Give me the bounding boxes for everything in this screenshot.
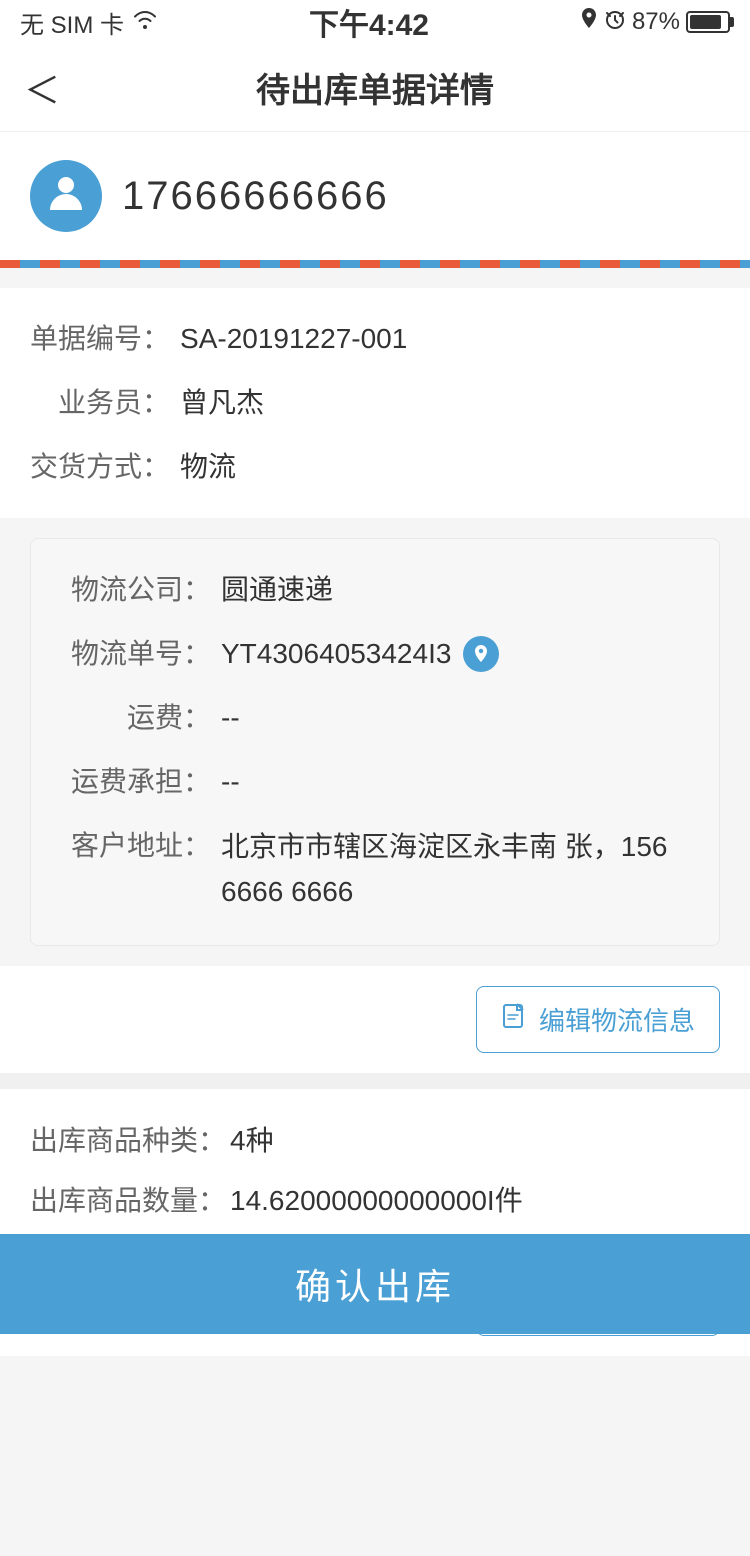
address-value: 北京市市辖区海淀区永丰南 张，156 6666 6666: [221, 825, 689, 915]
summary-section: 出库商品种类： 4种 出库商品数量： 14.62000000000000I件: [0, 1089, 750, 1249]
customer-header: 17666666666: [0, 132, 750, 260]
product-qty-value: 14.62000000000000I件: [230, 1179, 523, 1219]
freight-bearer-value: --: [221, 761, 689, 803]
tracking-no-value: YT43064053424I3: [221, 633, 689, 675]
status-time: 下午4:42: [309, 0, 429, 44]
track-location-icon[interactable]: [463, 636, 499, 672]
logistics-company-row: 物流公司： 圆通速递: [61, 569, 689, 611]
page-content: 17666666666 单据编号： SA-20191227-001 业务员： 曾…: [0, 132, 750, 1556]
logistics-company-value: 圆通速递: [221, 569, 689, 611]
address-label: 客户地址：: [61, 825, 221, 867]
freight-bearer-row: 运费承担： --: [61, 761, 689, 803]
edit-icon: [501, 1002, 529, 1037]
freight-bearer-label: 运费承担：: [61, 761, 221, 803]
edit-logistics-section: 编辑物流信息: [0, 966, 750, 1073]
order-no-value: SA-20191227-001: [180, 318, 720, 360]
status-bar: 无 SIM 卡 下午4:42 87%: [0, 0, 750, 44]
status-left: 无 SIM 卡: [20, 5, 158, 40]
sales-person-value: 曾凡杰: [180, 382, 720, 424]
edit-logistics-button[interactable]: 编辑物流信息: [476, 986, 720, 1053]
dashed-divider: [0, 260, 750, 268]
address-row: 客户地址： 北京市市辖区海淀区永丰南 张，156 6666 6666: [61, 825, 689, 915]
product-qty-row: 出库商品数量： 14.62000000000000I件: [30, 1179, 720, 1219]
sim-label: 无 SIM 卡: [20, 5, 124, 40]
status-right: 87%: [580, 8, 730, 37]
logistics-company-label: 物流公司：: [61, 569, 221, 611]
product-types-label: 出库商品种类：: [30, 1119, 230, 1159]
location-status-icon: [580, 8, 598, 37]
freight-label: 运费：: [61, 697, 221, 739]
bottom-bar[interactable]: 确认出库: [0, 1234, 750, 1334]
battery-icon: [686, 11, 730, 33]
page-title: 待出库单据详情: [256, 63, 494, 112]
section-divider: [0, 1073, 750, 1089]
content-spacer: [0, 1356, 750, 1556]
logistics-section: 物流公司： 圆通速递 物流单号： YT43064053424I3 运费： -- …: [30, 538, 720, 946]
edit-logistics-label: 编辑物流信息: [539, 1001, 695, 1038]
wifi-icon: [132, 9, 158, 35]
order-no-row: 单据编号： SA-20191227-001: [30, 318, 720, 360]
product-qty-label: 出库商品数量：: [30, 1179, 230, 1219]
product-types-value: 4种: [230, 1119, 274, 1159]
avatar: [30, 160, 102, 232]
freight-value: --: [221, 697, 689, 739]
delivery-method-label: 交货方式：: [30, 446, 180, 488]
battery-percent: 87%: [632, 8, 680, 36]
alarm-icon: [604, 8, 626, 37]
sales-person-label: 业务员：: [30, 382, 180, 424]
delivery-method-value: 物流: [180, 446, 720, 488]
freight-row: 运费： --: [61, 697, 689, 739]
basic-info-section: 单据编号： SA-20191227-001 业务员： 曾凡杰 交货方式： 物流: [0, 288, 750, 518]
confirm-button[interactable]: 确认出库: [295, 1258, 455, 1310]
order-no-label: 单据编号：: [30, 318, 180, 360]
nav-bar: ＜ 待出库单据详情: [0, 44, 750, 132]
customer-phone: 17666666666: [122, 174, 389, 219]
avatar-icon: [45, 170, 87, 222]
product-types-row: 出库商品种类： 4种: [30, 1119, 720, 1159]
tracking-no-label: 物流单号：: [61, 633, 221, 675]
back-button[interactable]: ＜: [24, 62, 60, 114]
delivery-method-row: 交货方式： 物流: [30, 446, 720, 488]
sales-person-row: 业务员： 曾凡杰: [30, 382, 720, 424]
tracking-no-row: 物流单号： YT43064053424I3: [61, 633, 689, 675]
